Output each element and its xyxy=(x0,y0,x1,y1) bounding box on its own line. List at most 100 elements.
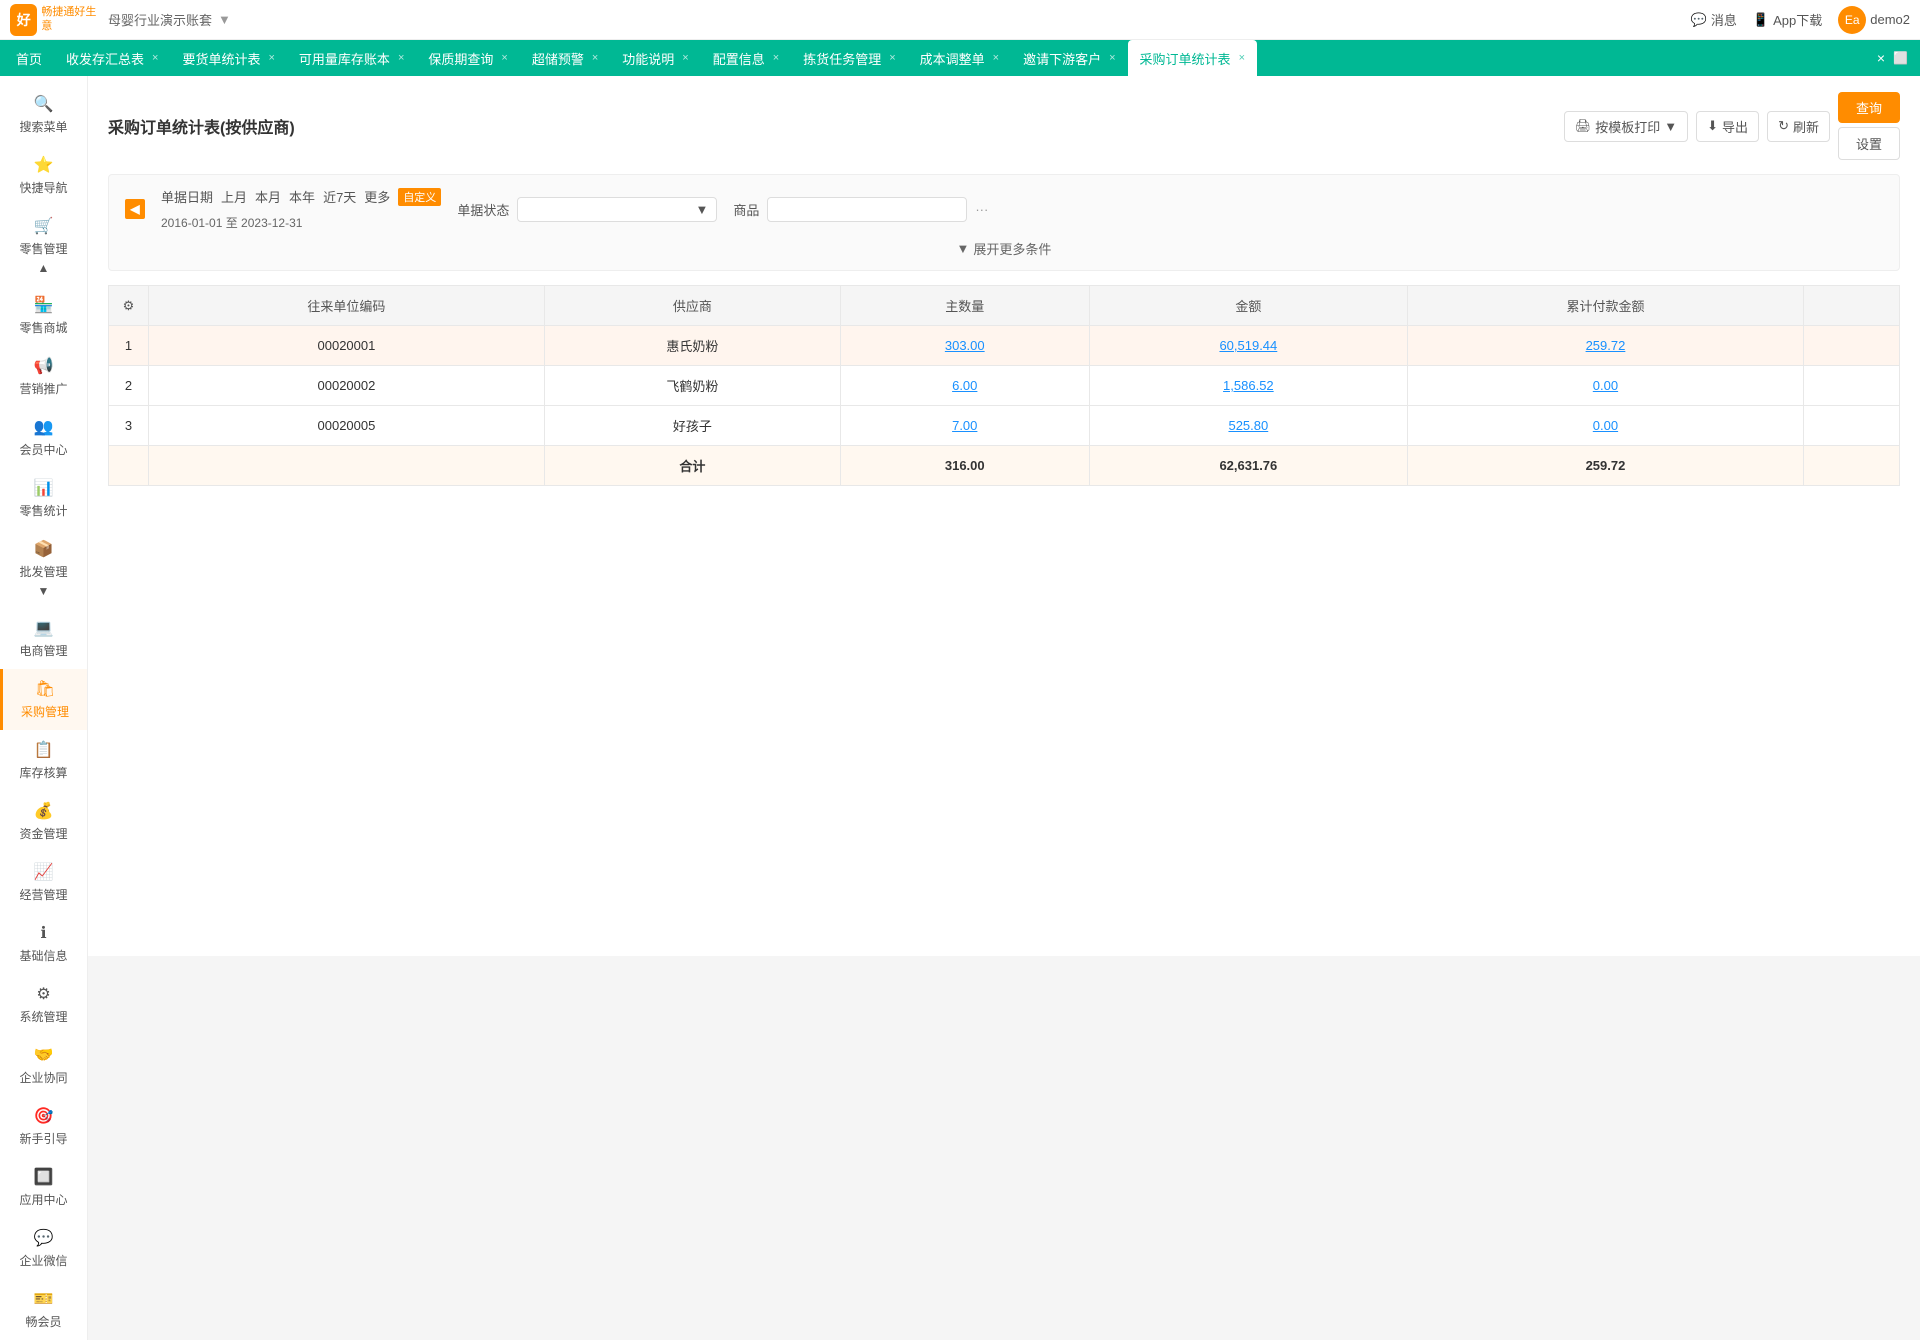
tab-stock-book[interactable]: 可用量库存账本 × xyxy=(287,40,416,76)
table-body: 1 00020001 惠氏奶粉 303.00 60,519.44 259.72 … xyxy=(109,326,1900,446)
qty-link[interactable]: 7.00 xyxy=(952,418,977,433)
sidebar-item-ecommerce[interactable]: 💻 电商管理 xyxy=(0,608,87,669)
tab-config[interactable]: 配置信息 × xyxy=(701,40,791,76)
paid-link[interactable]: 259.72 xyxy=(1586,338,1626,353)
tab-close-icon[interactable]: × xyxy=(682,52,688,64)
tab-expiry[interactable]: 保质期查询 × xyxy=(416,40,519,76)
shortcut-7days[interactable]: 近7天 xyxy=(323,187,356,206)
sidebar-item-wholesale[interactable]: 📦 批发管理 ▼ xyxy=(0,529,87,608)
tab-home-label: 首页 xyxy=(16,49,42,68)
row-qty[interactable]: 6.00 xyxy=(840,366,1089,406)
custom-date-badge[interactable]: 自定义 xyxy=(398,188,441,206)
tab-purchase-stats[interactable]: 采购订单统计表 × xyxy=(1128,40,1257,76)
shortcut-this-month[interactable]: 本月 xyxy=(255,187,281,206)
header-row: ⚙ 往来单位编码 供应商 主数量 金额 累计付款金额 xyxy=(109,286,1900,326)
row-amount[interactable]: 60,519.44 xyxy=(1089,326,1407,366)
row-qty[interactable]: 303.00 xyxy=(840,326,1089,366)
tab-label: 可用量库存账本 xyxy=(299,49,390,68)
tab-close-icon[interactable]: × xyxy=(1109,52,1115,64)
sidebar-item-operations[interactable]: 📈 经营管理 xyxy=(0,852,87,913)
refresh-icon: ↻ xyxy=(1778,118,1789,134)
col-settings[interactable]: ⚙ xyxy=(109,286,149,326)
tab-close-icon[interactable]: × xyxy=(993,52,999,64)
settings-button[interactable]: 设置 xyxy=(1838,127,1900,160)
tab-close-icon[interactable]: × xyxy=(268,52,274,64)
sidebar-item-retail-mgmt[interactable]: 🛒 零售管理 ▲ xyxy=(0,206,87,285)
tab-overstock[interactable]: 超储预警 × xyxy=(520,40,610,76)
row-amount[interactable]: 1,586.52 xyxy=(1089,366,1407,406)
col-amount: 金额 xyxy=(1089,286,1407,326)
query-button[interactable]: 查询 xyxy=(1838,92,1900,123)
amount-link[interactable]: 60,519.44 xyxy=(1219,338,1277,353)
sidebar-item-collab[interactable]: 🤝 企业协同 xyxy=(0,1035,87,1096)
close-window-icon[interactable]: × xyxy=(1877,50,1885,66)
table-footer: 合计 316.00 62,631.76 259.72 xyxy=(109,446,1900,486)
tab-receive-send[interactable]: 收发存汇总表 × xyxy=(54,40,170,76)
tab-close-icon[interactable]: × xyxy=(398,52,404,64)
goods-label: 商品 xyxy=(733,200,759,219)
print-button[interactable]: 🖨 按模板打印 ▼ xyxy=(1564,111,1688,142)
tab-label: 采购订单统计表 xyxy=(1140,49,1231,68)
amount-link[interactable]: 1,586.52 xyxy=(1223,378,1274,393)
shortcut-more[interactable]: 更多 xyxy=(364,187,390,206)
search-icon: 🔍 xyxy=(34,94,54,114)
sidebar-item-purchase[interactable]: 🛍 采购管理 xyxy=(0,669,87,730)
sidebar-item-retail-stats[interactable]: 📊 零售统计 xyxy=(0,468,87,529)
message-btn[interactable]: 💬 消息 xyxy=(1691,10,1737,29)
sidebar-item-finance[interactable]: 💰 资金管理 xyxy=(0,791,87,852)
tab-function[interactable]: 功能说明 × xyxy=(610,40,700,76)
paid-link[interactable]: 0.00 xyxy=(1593,378,1618,393)
tab-pick-task[interactable]: 拣货任务管理 × xyxy=(791,40,907,76)
refresh-button[interactable]: ↻ 刷新 xyxy=(1767,111,1830,142)
app-download-btn[interactable]: 📱 App下载 xyxy=(1753,10,1822,29)
sidebar-item-label: 企业微信 xyxy=(19,1252,67,1269)
qty-link[interactable]: 6.00 xyxy=(952,378,977,393)
paid-link[interactable]: 0.00 xyxy=(1593,418,1618,433)
sidebar-item-retail-shop[interactable]: 🏪 零售商城 xyxy=(0,285,87,346)
tab-close-icon[interactable]: × xyxy=(501,52,507,64)
tab-close-icon[interactable]: × xyxy=(773,52,779,64)
row-paid[interactable]: 259.72 xyxy=(1408,326,1804,366)
filter-toggle-button[interactable]: ◀ xyxy=(125,199,145,219)
shortcut-last-month[interactable]: 上月 xyxy=(221,187,247,206)
sidebar-item-search[interactable]: 🔍 搜索菜单 xyxy=(0,84,87,145)
row-paid[interactable]: 0.00 xyxy=(1408,366,1804,406)
app-download-label: App下载 xyxy=(1773,10,1822,29)
qty-link[interactable]: 303.00 xyxy=(945,338,985,353)
sidebar-item-guide[interactable]: 🎯 新手引导 xyxy=(0,1096,87,1157)
sidebar-item-quicknav[interactable]: ⭐ 快捷导航 xyxy=(0,145,87,206)
sidebar-item-system[interactable]: ⚙ 系统管理 xyxy=(0,974,87,1035)
sidebar-item-vip[interactable]: 🎫 畅会员 xyxy=(0,1279,87,1340)
tab-close-icon[interactable]: × xyxy=(592,52,598,64)
expand-window-icon[interactable]: ⬜ xyxy=(1893,51,1908,65)
sidebar-item-member[interactable]: 👥 会员中心 xyxy=(0,407,87,468)
sidebar-item-label: 零售管理 xyxy=(19,240,67,257)
sidebar-item-basic-info[interactable]: ℹ 基础信息 xyxy=(0,913,87,974)
status-select[interactable]: ▼ xyxy=(517,197,717,222)
row-amount[interactable]: 525.80 xyxy=(1089,406,1407,446)
tab-close-icon[interactable]: × xyxy=(152,52,158,64)
status-filter: 单据状态 ▼ xyxy=(457,197,717,222)
amount-link[interactable]: 525.80 xyxy=(1228,418,1268,433)
goods-more-icon[interactable]: ··· xyxy=(975,202,988,217)
breadcrumb-dropdown-icon[interactable]: ▼ xyxy=(218,12,231,27)
shortcut-this-year[interactable]: 本年 xyxy=(289,187,315,206)
user-area[interactable]: Ea demo2 xyxy=(1838,6,1910,34)
tab-close-icon[interactable]: × xyxy=(1239,52,1245,64)
tab-cost-adj[interactable]: 成本调整单 × xyxy=(908,40,1011,76)
sidebar-item-inventory[interactable]: 📋 库存核算 xyxy=(0,730,87,791)
goods-input[interactable] xyxy=(767,197,967,222)
row-qty[interactable]: 7.00 xyxy=(840,406,1089,446)
row-paid[interactable]: 0.00 xyxy=(1408,406,1804,446)
expand-btn[interactable]: ▼ 展开更多条件 xyxy=(957,239,1052,258)
tab-order-stats[interactable]: 要货单统计表 × xyxy=(170,40,286,76)
export-button[interactable]: ⬇ 导出 xyxy=(1696,111,1759,142)
expand-down-icon: ▼ xyxy=(957,241,970,256)
tab-home[interactable]: 首页 xyxy=(4,40,54,76)
sidebar-item-appstore[interactable]: 🔲 应用中心 xyxy=(0,1157,87,1218)
tab-close-icon[interactable]: × xyxy=(889,52,895,64)
sidebar-item-marketing[interactable]: 📢 营销推广 xyxy=(0,346,87,407)
sidebar-item-wechat[interactable]: 💬 企业微信 xyxy=(0,1218,87,1279)
tab-invite[interactable]: 邀请下游客户 × xyxy=(1011,40,1127,76)
sidebar-item-label: 资金管理 xyxy=(19,825,67,842)
